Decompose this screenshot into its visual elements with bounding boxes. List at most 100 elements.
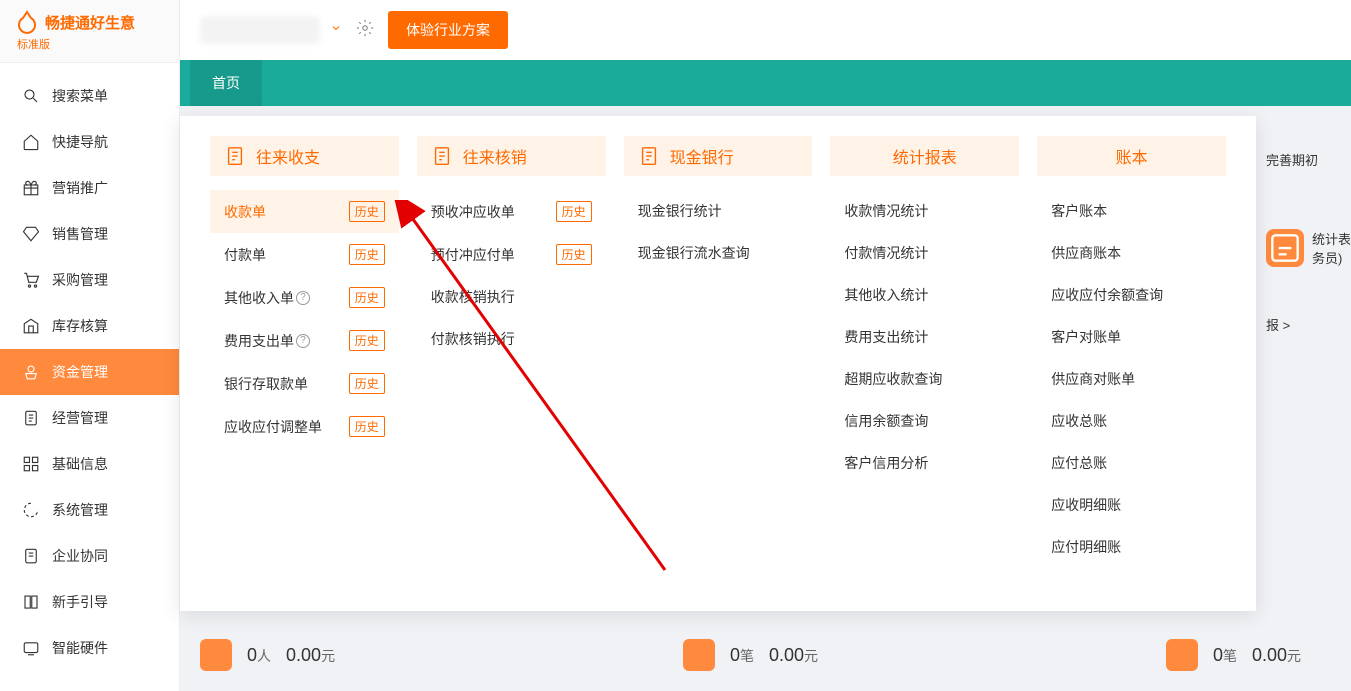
history-tag[interactable]: 历史 — [349, 287, 385, 308]
history-tag[interactable]: 历史 — [349, 416, 385, 437]
mega-item[interactable]: 现金银行流水查询 — [624, 232, 813, 274]
mega-item[interactable]: 付款核销执行 — [417, 318, 606, 360]
stat-3: 0笔 0.00元 — [1166, 639, 1301, 671]
mega-item[interactable]: 预付冲应付单 历史 — [417, 233, 606, 276]
mega-item[interactable]: 应收应付调整单历史 — [210, 405, 399, 448]
mega-menu: 往来收支收款单历史付款单历史其他收入单?历史费用支出单?历史银行存取款单历史应收… — [180, 116, 1256, 611]
right-item-2[interactable]: 统计表 务员) — [1261, 219, 1351, 277]
nav-label: 企业协同 — [52, 546, 108, 566]
history-tag[interactable]: 历史 — [349, 330, 385, 351]
cta-button[interactable]: 体验行业方案 — [388, 11, 508, 49]
mega-item-label: 预付冲应付单 — [431, 245, 515, 265]
mega-item-label: 客户信用分析 — [844, 453, 928, 473]
org-selector[interactable] — [200, 16, 320, 44]
mega-item[interactable]: 应付总账 — [1037, 442, 1226, 484]
mega-col-1: 往来核销预收冲应收单历史预付冲应付单 历史收款核销执行付款核销执行 — [417, 136, 606, 591]
mega-item[interactable]: 信用余额查询 — [830, 400, 1019, 442]
history-tag[interactable]: 历史 — [556, 244, 592, 265]
nav-item-3[interactable]: 销售管理 — [0, 211, 179, 257]
mega-item[interactable]: 应收总账 — [1037, 400, 1226, 442]
mega-item[interactable]: 费用支出统计 — [830, 316, 1019, 358]
mega-item-label: 信用余额查询 — [844, 411, 928, 431]
nav-item-2[interactable]: 营销推广 — [0, 165, 179, 211]
mega-item[interactable]: 供应商账本 — [1037, 232, 1226, 274]
mega-item-label: 费用支出统计 — [844, 327, 928, 347]
nav-item-12[interactable]: 智能硬件 — [0, 625, 179, 671]
mega-header-text: 往来核销 — [463, 144, 527, 168]
mega-item[interactable]: 收款情况统计 — [830, 190, 1019, 232]
right-panel: 完善期初 统计表 务员) 报 > — [1261, 140, 1351, 344]
loading-icon — [22, 501, 40, 519]
mega-header: 现金银行 — [624, 136, 813, 176]
nav-item-5[interactable]: 库存核算 — [0, 303, 179, 349]
mega-item[interactable]: 应收应付余额查询 — [1037, 274, 1226, 316]
help-icon[interactable]: ? — [296, 334, 310, 348]
mega-header-text: 往来收支 — [256, 144, 320, 168]
nav-item-1[interactable]: 快捷导航 — [0, 119, 179, 165]
topbar: 体验行业方案 — [180, 0, 1351, 60]
nav-list: 搜索菜单快捷导航营销推广销售管理采购管理库存核算资金管理经营管理基础信息系统管理… — [0, 63, 179, 691]
right-item-1[interactable]: 完善期初 — [1261, 140, 1351, 179]
right-item-3[interactable]: 报 > — [1261, 305, 1351, 344]
cart-icon — [22, 271, 40, 289]
mega-item[interactable]: 客户信用分析 — [830, 442, 1019, 484]
history-tag[interactable]: 历史 — [349, 201, 385, 222]
mega-item-label: 银行存取款单 — [224, 374, 308, 394]
mega-item[interactable]: 费用支出单? 历史 — [210, 319, 399, 362]
nav-item-8[interactable]: 基础信息 — [0, 441, 179, 487]
stat-2: 0笔 0.00元 — [683, 639, 818, 671]
mega-item-label: 应收应付余额查询 — [1051, 285, 1163, 305]
nav-item-0[interactable]: 搜索菜单 — [0, 73, 179, 119]
mega-item[interactable]: 客户账本 — [1037, 190, 1226, 232]
mega-item[interactable]: 其他收入统计 — [830, 274, 1019, 316]
mega-header: 往来核销 — [417, 136, 606, 176]
mega-item-label: 费用支出单? — [224, 331, 310, 351]
nav-label: 系统管理 — [52, 500, 108, 520]
mega-item[interactable]: 供应商对账单 — [1037, 358, 1226, 400]
home-icon — [22, 133, 40, 151]
nav-item-6[interactable]: 资金管理 — [0, 349, 179, 395]
nav-label: 资金管理 — [52, 362, 108, 382]
nav-item-10[interactable]: 企业协同 — [0, 533, 179, 579]
mega-item[interactable]: 付款情况统计 — [830, 232, 1019, 274]
search-icon — [22, 87, 40, 105]
mega-header: 账本 — [1037, 136, 1226, 176]
history-tag[interactable]: 历史 — [349, 244, 385, 265]
help-icon[interactable]: ? — [296, 291, 310, 305]
nav-item-9[interactable]: 系统管理 — [0, 487, 179, 533]
mega-item[interactable]: 付款单历史 — [210, 233, 399, 276]
logo-title: 畅捷通好生意 — [45, 12, 135, 33]
doc-icon — [224, 145, 246, 167]
nav-item-7[interactable]: 经营管理 — [0, 395, 179, 441]
mega-item-label: 应付总账 — [1051, 453, 1107, 473]
mega-header-text: 统计报表 — [893, 144, 957, 168]
stat-icon-3 — [1166, 639, 1198, 671]
mega-item-label: 应收总账 — [1051, 411, 1107, 431]
mega-item-label: 现金银行统计 — [638, 201, 722, 221]
mega-item[interactable]: 收款单历史 — [210, 190, 399, 233]
mega-item[interactable]: 应收明细账 — [1037, 484, 1226, 526]
mega-item[interactable]: 收款核销执行 — [417, 276, 606, 318]
mega-item[interactable]: 现金银行统计 — [624, 190, 813, 232]
logo-icon — [15, 10, 39, 34]
mega-col-2: 现金银行现金银行统计现金银行流水查询 — [624, 136, 813, 591]
tab-home[interactable]: 首页 — [190, 60, 262, 106]
mega-item[interactable]: 预收冲应收单历史 — [417, 190, 606, 233]
mega-col-3: 统计报表收款情况统计付款情况统计其他收入统计费用支出统计超期应收款查询信用余额查… — [830, 136, 1019, 591]
nav-label: 新手引导 — [52, 592, 108, 612]
nav-label: 基础信息 — [52, 454, 108, 474]
nav-item-4[interactable]: 采购管理 — [0, 257, 179, 303]
gear-icon[interactable] — [352, 15, 378, 46]
mega-item[interactable]: 银行存取款单 历史 — [210, 362, 399, 405]
history-tag[interactable]: 历史 — [349, 373, 385, 394]
mega-item[interactable]: 其他收入单?历史 — [210, 276, 399, 319]
mega-item-label: 收款情况统计 — [844, 201, 928, 221]
stat-icon-2 — [683, 639, 715, 671]
nav-item-11[interactable]: 新手引导 — [0, 579, 179, 625]
mega-item[interactable]: 客户对账单 — [1037, 316, 1226, 358]
nav-label: 采购管理 — [52, 270, 108, 290]
history-tag[interactable]: 历史 — [556, 201, 592, 222]
chevron-down-icon[interactable] — [330, 21, 342, 39]
mega-item[interactable]: 超期应收款查询 — [830, 358, 1019, 400]
mega-item[interactable]: 应付明细账 — [1037, 526, 1226, 568]
